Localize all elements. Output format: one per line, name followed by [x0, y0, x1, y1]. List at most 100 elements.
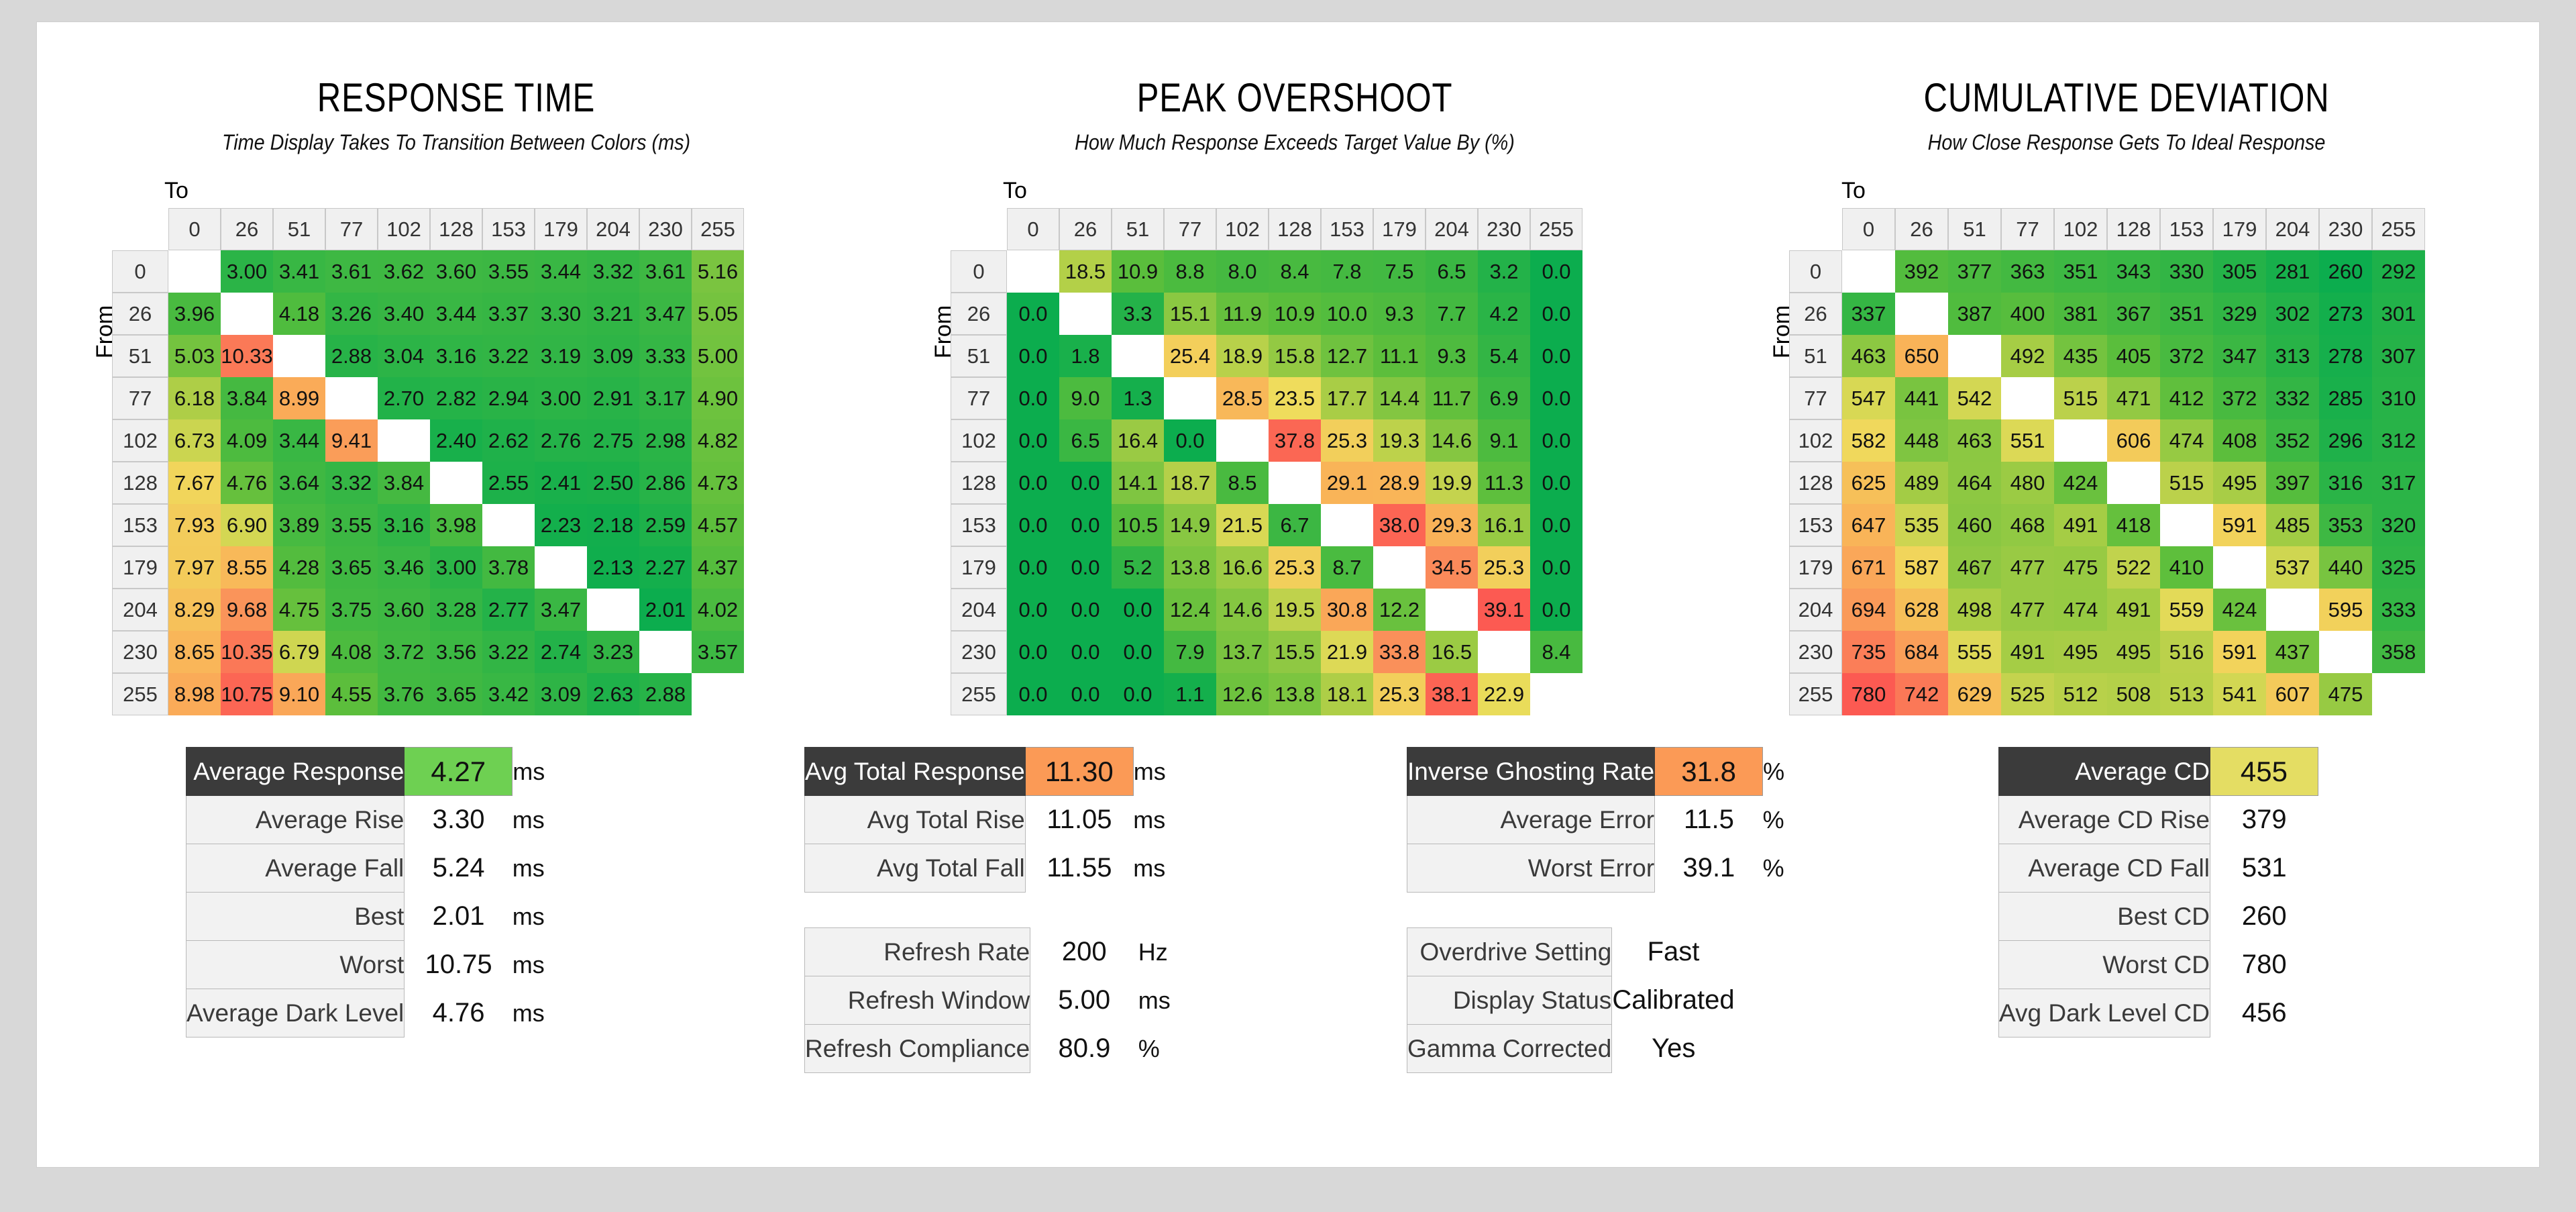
heatmap-col-header: 128: [2107, 208, 2160, 250]
chart-title-peak-overshoot: PEAK OVERSHOOT: [1136, 75, 1453, 120]
chart-peak-overshoot: PEAK OVERSHOOT How Much Response Exceeds…: [875, 22, 1714, 747]
stat-row: Gamma Corrected Yes: [1406, 1024, 1782, 1073]
heatmap-cell: 7.9: [1164, 631, 1216, 673]
heatmap-cell: 0.0: [1007, 673, 1059, 715]
heatmap-cell: 650: [1895, 335, 1948, 377]
heatmap-cell: 5.16: [692, 250, 744, 293]
heatmap-cell: 400: [2001, 293, 2054, 335]
axis-label-from-1: From: [92, 305, 118, 359]
stat-label: Average Response: [185, 747, 405, 796]
heatmap-row: 77 0.0 9.0 1.3 28.5 23.5 17.7 14.4 11.7 6.9 0.0: [951, 377, 1582, 419]
heatmap-cell: 2.75: [587, 419, 639, 462]
heatmap-cell: 475: [2054, 546, 2107, 589]
heatmap-cell: 8.4: [1530, 631, 1582, 673]
heatmap-row-header: 77: [951, 377, 1007, 419]
heatmap-col-header: 230: [1478, 208, 1530, 250]
heatmap-cell: 0.0: [1059, 631, 1112, 673]
heatmap-cell: 2.01: [639, 589, 692, 631]
heatmap-col-header: 26: [221, 208, 273, 250]
heatmap-cell: 33.8: [1373, 631, 1426, 673]
heatmap-cell: 0.0: [1059, 589, 1112, 631]
stat-label: Worst CD: [1998, 940, 2210, 989]
axis-label-to-3: To: [1841, 178, 1866, 203]
heatmap-cell: [535, 546, 587, 589]
heatmap-cell: 347: [2213, 335, 2266, 377]
heatmap-cell: 3.61: [639, 250, 692, 293]
stats-table-total-response: Avg Total Response 11.30 ms Avg Total Rise 1…: [804, 747, 1181, 893]
heatmap-cell: [2107, 462, 2160, 504]
stats-table-display-config: Overdrive Setting Fast Display Status Calib…: [1406, 927, 1782, 1073]
heatmap-cell: 3.00: [535, 377, 587, 419]
stat-unit: ms: [512, 950, 545, 978]
heatmap-cell: 0.0: [1007, 335, 1059, 377]
heatmap-header-row: 0 26 51 77 102 128 153 179 204 230 255: [112, 208, 744, 250]
heatmap-cell: 2.55: [482, 462, 535, 504]
heatmap-cell: 0.0: [1530, 546, 1582, 589]
heatmap-row: 128 7.67 4.76 3.64 3.32 3.84 2.55 2.41 2.50 2.86 4…: [112, 462, 744, 504]
heatmap-cell: 3.75: [325, 589, 378, 631]
heatmap-cell: 5.03: [168, 335, 221, 377]
heatmap-cell: 3.62: [378, 250, 430, 293]
heatmap-cell: 25.4: [1164, 335, 1216, 377]
heatmap-cell: 3.72: [378, 631, 430, 673]
heatmap-col-header: 0: [168, 208, 221, 250]
heatmap-cell: 0.0: [1530, 589, 1582, 631]
heatmap-cell: 418: [2107, 504, 2160, 546]
stat-value: 4.27: [404, 747, 513, 796]
heatmap-corner-cell: [112, 208, 168, 250]
heatmap-cell: 7.5: [1373, 250, 1426, 293]
heatmap-cell: [168, 250, 221, 293]
heatmap-row-header: 102: [1789, 419, 1842, 462]
heatmap-cell: 3.21: [587, 293, 639, 335]
heatmap-cell: 491: [2001, 631, 2054, 673]
heatmap-cell: 3.76: [378, 673, 430, 715]
heatmap-row-header: 128: [951, 462, 1007, 504]
heatmap-row-header: 0: [951, 250, 1007, 293]
heatmap-cell: 302: [2266, 293, 2319, 335]
heatmap-cell: 10.35: [221, 631, 273, 673]
heatmap-cell: 489: [1895, 462, 1948, 504]
stat-row-primary: Average Response 4.27 ms: [185, 747, 560, 796]
heatmap-row: 77 547 441 542 515 471 412 372 332 285 310: [1789, 377, 2425, 419]
heatmap-cell: 412: [2160, 377, 2213, 419]
heatmap-cell: 312: [2372, 419, 2425, 462]
heatmap-cell: 587: [1895, 546, 1948, 589]
stats-row: Average Response 4.27 ms Average Rise 3.30 ms…: [37, 747, 2539, 1163]
heatmap-row: 128 0.0 0.0 14.1 18.7 8.5 29.1 28.9 19.9 11.3 0.0: [951, 462, 1582, 504]
stat-label: Best: [185, 892, 405, 941]
heatmap-cell: 11.9: [1216, 293, 1269, 335]
heatmap-row: 230 8.65 10.35 6.79 4.08 3.72 3.56 3.22 2.74 3.23…: [112, 631, 744, 673]
heatmap-col-header: 179: [535, 208, 587, 250]
stats-table-cd: Average CD 455 Average CD Rise 379 Average C…: [1998, 747, 2366, 1038]
heatmap-cell: 463: [1842, 335, 1895, 377]
heatmap-cell: 735: [1842, 631, 1895, 673]
heatmap-cell: 13.8: [1269, 673, 1321, 715]
heatmap-row: 230 0.0 0.0 0.0 7.9 13.7 15.5 21.9 33.8 16.5 8.4: [951, 631, 1582, 673]
heatmap-cell: 330: [2160, 250, 2213, 293]
heatmap-cell: 5.00: [692, 335, 744, 377]
heatmap-cell: 4.57: [692, 504, 744, 546]
heatmap-cell: 4.37: [692, 546, 744, 589]
heatmap-row: 204 8.29 9.68 4.75 3.75 3.60 3.28 2.77 3.47 2.01 4…: [112, 589, 744, 631]
heatmap-cell: 3.60: [430, 250, 482, 293]
stat-row-primary: Average CD 455: [1998, 747, 2366, 796]
stat-row: Avg Total Rise 11.05 ms: [804, 795, 1181, 844]
stat-value: 11.5: [1683, 805, 1734, 835]
heatmap-cell: [1842, 250, 1895, 293]
heatmap-cell: 351: [2054, 250, 2107, 293]
heatmap-cell: 329: [2213, 293, 2266, 335]
heatmap-cell: 477: [2001, 589, 2054, 631]
heatmap-cell: 3.96: [168, 293, 221, 335]
stat-label: Average CD: [1998, 747, 2210, 796]
stat-value: Yes: [1652, 1033, 1696, 1063]
heatmap-row: 255 8.98 10.75 9.10 4.55 3.76 3.65 3.42 3.09 2.63…: [112, 673, 744, 715]
heatmap-cell: 0.0: [1530, 293, 1582, 335]
chart-cumulative-deviation: CUMULATIVE DEVIATION How Close Response …: [1714, 22, 2539, 747]
heatmap-col-header: 102: [1216, 208, 1269, 250]
heatmap-cell: 381: [2054, 293, 2107, 335]
heatmap-row: 230 735 684 555 491 495 495 516 591 437 358: [1789, 631, 2425, 673]
heatmap-row: 0 3.00 3.41 3.61 3.62 3.60 3.55 3.44 3.32 3.61 5.1…: [112, 250, 744, 293]
heatmap-cell: 2.41: [535, 462, 587, 504]
heatmap-cell: 3.47: [639, 293, 692, 335]
heatmap-cell: 513: [2160, 673, 2213, 715]
